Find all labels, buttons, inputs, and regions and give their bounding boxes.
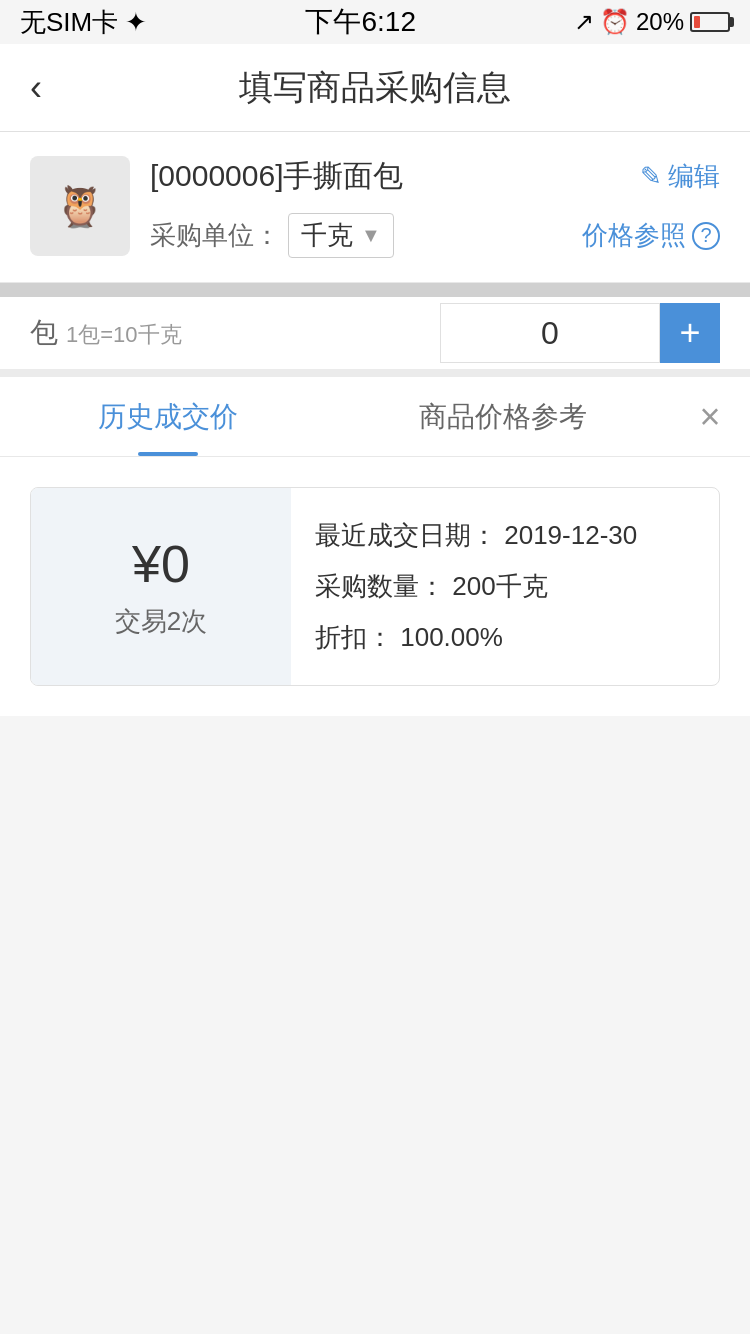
history-price-summary: ¥0 交易2次 (31, 488, 291, 685)
history-price-value: ¥0 (132, 534, 190, 594)
header: ‹ 填写商品采购信息 (0, 44, 750, 132)
quantity-label: 包 1包=10千克 (30, 314, 182, 352)
product-id: [0000006] (150, 159, 283, 192)
tab-history-label: 历史成交价 (98, 398, 238, 436)
purchase-qty-row: 采购数量： 200千克 (315, 569, 695, 604)
product-card: 🦉 [0000006]手撕面包 ✎ 编辑 采购单位： 千克 ▼ 价格参照 ? (0, 132, 750, 283)
quantity-input[interactable] (440, 303, 660, 363)
navigation-icon: ↗ (574, 8, 594, 36)
product-title: 手撕面包 (283, 159, 403, 192)
edit-icon: ✎ (640, 161, 662, 192)
tab-history-price[interactable]: 历史成交价 (0, 377, 335, 456)
unit-select-value: 千克 (301, 218, 353, 253)
history-card: ¥0 交易2次 最近成交日期： 2019-12-30 采购数量： 200千克 折… (30, 487, 720, 686)
section-divider (0, 283, 750, 297)
dropdown-arrow-icon: ▼ (361, 224, 381, 247)
discount-value: 100.00% (400, 622, 503, 652)
price-ref-question-icon: ? (692, 222, 720, 250)
tab-product-price-ref[interactable]: 商品价格参考 (335, 377, 670, 456)
unit-select-dropdown[interactable]: 千克 ▼ (288, 213, 394, 258)
product-info: [0000006]手撕面包 ✎ 编辑 采购单位： 千克 ▼ 价格参照 ? (150, 156, 720, 258)
recent-date-value: 2019-12-30 (504, 520, 637, 550)
tab-bar: 历史成交价 商品价格参考 × (0, 377, 750, 457)
tab-section: 历史成交价 商品价格参考 × ¥0 交易2次 最近成交日期： 2019-12-3… (0, 377, 750, 716)
product-name: [0000006]手撕面包 (150, 156, 403, 197)
edit-label: 编辑 (668, 159, 720, 194)
tab-close-button[interactable]: × (670, 396, 750, 438)
recent-date-label: 最近成交日期： (315, 520, 497, 550)
carrier-text: 无SIM卡 ✦ (20, 5, 147, 40)
product-edit-button[interactable]: ✎ 编辑 (640, 159, 720, 194)
quantity-row: 包 1包=10千克 + (0, 297, 750, 377)
quantity-input-group: + (440, 303, 720, 363)
alarm-icon: ⏰ (600, 8, 630, 36)
price-ref-label: 价格参照 (582, 218, 686, 253)
quantity-plus-button[interactable]: + (660, 303, 720, 363)
recent-date-row: 最近成交日期： 2019-12-30 (315, 518, 695, 553)
status-indicators: ↗ ⏰ 20% (574, 8, 730, 36)
price-reference-button[interactable]: 价格参照 ? (582, 218, 720, 253)
discount-row: 折扣： 100.00% (315, 620, 695, 655)
main-background (0, 716, 750, 1334)
tab-active-indicator (138, 452, 198, 456)
page-title: 填写商品采购信息 (239, 65, 511, 111)
purchase-qty-label: 采购数量： (315, 571, 445, 601)
battery-percent: 20% (636, 8, 684, 36)
back-button[interactable]: ‹ (30, 67, 42, 109)
product-thumbnail: 🦉 (30, 156, 130, 256)
purchase-qty-value: 200千克 (452, 571, 547, 601)
history-details: 最近成交日期： 2019-12-30 采购数量： 200千克 折扣： 100.0… (291, 488, 719, 685)
status-bar: 无SIM卡 ✦ 下午6:12 ↗ ⏰ 20% (0, 0, 750, 44)
status-time: 下午6:12 (305, 3, 416, 41)
quantity-conversion-text: 1包=10千克 (66, 320, 182, 350)
discount-label: 折扣： (315, 622, 393, 652)
history-trades-count: 交易2次 (115, 604, 207, 639)
product-thumb-icon: 🦉 (55, 183, 105, 230)
history-content: ¥0 交易2次 最近成交日期： 2019-12-30 采购数量： 200千克 折… (0, 457, 750, 716)
quantity-unit-label: 包 (30, 314, 58, 352)
status-carrier: 无SIM卡 ✦ (20, 5, 147, 40)
unit-row: 采购单位： 千克 ▼ 价格参照 ? (150, 213, 720, 258)
purchase-unit-label: 采购单位： (150, 218, 280, 253)
product-name-row: [0000006]手撕面包 ✎ 编辑 (150, 156, 720, 197)
tab-product-price-label: 商品价格参考 (419, 398, 587, 436)
battery-icon (690, 12, 730, 32)
